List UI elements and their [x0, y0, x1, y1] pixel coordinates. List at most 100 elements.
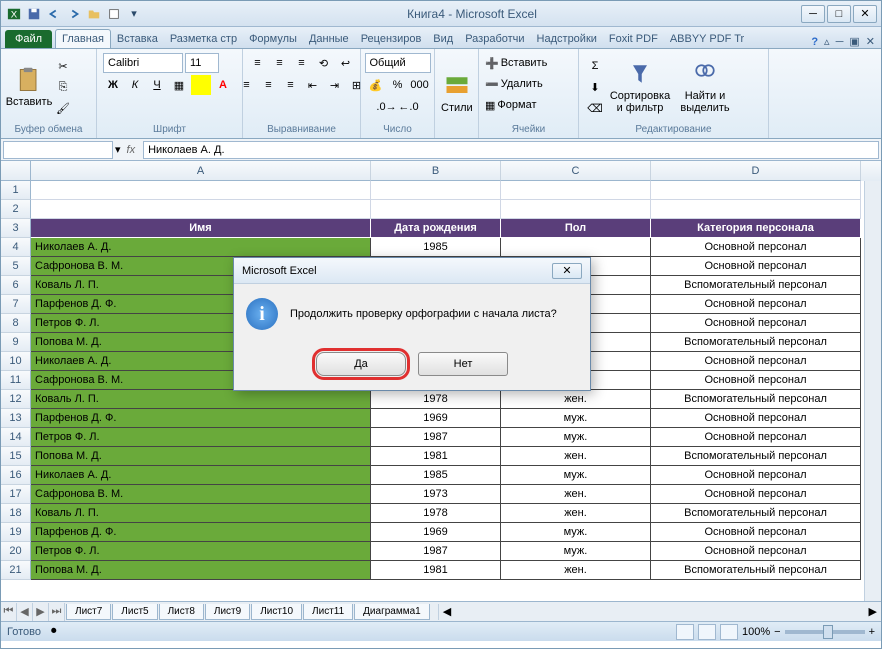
cell-dob[interactable]: 1987 [371, 542, 501, 561]
align-top-icon[interactable]: ≡ [248, 53, 268, 73]
minimize-button[interactable]: ─ [801, 5, 825, 23]
format-painter-icon[interactable]: 🖌 [53, 98, 73, 118]
fx-icon[interactable]: fx [121, 144, 142, 156]
sheet-tab[interactable]: Лист9 [205, 604, 250, 620]
tab-insert[interactable]: Вставка [111, 30, 164, 48]
row-header[interactable]: 2 [1, 200, 31, 219]
horizontal-scrollbar[interactable]: ◀▶ [438, 604, 881, 620]
format-cells-button[interactable]: ▦ Формат [485, 95, 572, 115]
cell-sex[interactable]: муж. [501, 542, 651, 561]
align-center-icon[interactable]: ≡ [259, 75, 279, 95]
sort-filter-button[interactable]: Сортировка и фильтр [607, 55, 673, 119]
cell-sex[interactable] [501, 238, 651, 257]
cell-cat[interactable]: Основной персонал [651, 466, 861, 485]
tab-review[interactable]: Рецензиров [355, 30, 428, 48]
sheet-tab[interactable]: Лист5 [112, 604, 157, 620]
sheet-nav-first-icon[interactable]: ⏮ [1, 603, 17, 621]
col-header-d[interactable]: D [651, 161, 861, 181]
cell-sex[interactable]: муж. [501, 466, 651, 485]
row-header[interactable]: 9 [1, 333, 31, 352]
excel-icon[interactable]: X [5, 5, 23, 23]
currency-icon[interactable]: 💰 [366, 75, 386, 95]
row-header[interactable]: 17 [1, 485, 31, 504]
sheet-tab[interactable]: Лист7 [66, 604, 111, 620]
sheet-tab[interactable]: Лист8 [159, 604, 204, 620]
find-select-button[interactable]: Найти и выделить [675, 55, 735, 119]
cell-cat[interactable]: Вспомогательный персонал [651, 561, 861, 580]
align-left-icon[interactable]: ≡ [237, 75, 257, 95]
doc-close-icon[interactable]: ✕ [866, 35, 875, 48]
cell-name[interactable]: Петров Ф. Л. [31, 428, 371, 447]
row-header[interactable]: 13 [1, 409, 31, 428]
cell-sex[interactable]: муж. [501, 428, 651, 447]
dialog-no-button[interactable]: Нет [418, 352, 508, 376]
cell-sex[interactable]: жен. [501, 485, 651, 504]
save-icon[interactable] [25, 5, 43, 23]
formula-input[interactable] [143, 141, 879, 159]
row-header[interactable]: 14 [1, 428, 31, 447]
select-all-corner[interactable] [1, 161, 31, 181]
delete-cells-button[interactable]: ➖ Удалить [485, 74, 572, 94]
dialog-close-button[interactable]: ✕ [552, 263, 582, 279]
clear-icon[interactable]: ⌫ [585, 98, 605, 118]
cell-cat[interactable]: Вспомогательный персонал [651, 504, 861, 523]
copy-icon[interactable]: ⎘ [53, 77, 73, 97]
row-header[interactable]: 19 [1, 523, 31, 542]
row-header[interactable]: 12 [1, 390, 31, 409]
orientation-icon[interactable]: ⟲ [314, 53, 334, 73]
header-name[interactable]: Имя [31, 219, 371, 238]
cell-cat[interactable]: Вспомогательный персонал [651, 276, 861, 295]
tab-home[interactable]: Главная [55, 29, 111, 48]
col-header-a[interactable]: A [31, 161, 371, 181]
cell-cat[interactable]: Основной персонал [651, 314, 861, 333]
row-header[interactable]: 15 [1, 447, 31, 466]
header-dob[interactable]: Дата рождения [371, 219, 501, 238]
cell-name[interactable]: Попова М. Д. [31, 561, 371, 580]
inc-decimal-icon[interactable]: .0→ [377, 97, 397, 117]
styles-button[interactable]: Стили [441, 61, 473, 125]
sheet-nav-next-icon[interactable]: ▶ [33, 603, 49, 621]
zoom-slider[interactable] [785, 630, 865, 634]
name-box[interactable] [3, 141, 113, 159]
font-color-icon[interactable]: A [213, 75, 233, 95]
cell-cat[interactable]: Основной персонал [651, 238, 861, 257]
paste-button[interactable]: Вставить [7, 55, 51, 119]
comma-icon[interactable]: 000 [410, 75, 430, 95]
dec-decimal-icon[interactable]: ←.0 [399, 97, 419, 117]
cell-cat[interactable]: Основной персонал [651, 371, 861, 390]
cell-name[interactable]: Николаев А. Д. [31, 466, 371, 485]
zoom-in-icon[interactable]: + [869, 626, 875, 638]
cell-dob[interactable]: 1973 [371, 485, 501, 504]
view-break-icon[interactable] [720, 624, 738, 640]
font-name-select[interactable] [103, 53, 183, 73]
cell-name[interactable]: Петров Ф. Л. [31, 542, 371, 561]
wrap-text-icon[interactable]: ↩ [336, 53, 356, 73]
sheet-nav-prev-icon[interactable]: ◀ [17, 603, 33, 621]
insert-cells-button[interactable]: ➕ Вставить [485, 53, 572, 73]
row-header[interactable]: 3 [1, 219, 31, 238]
indent-inc-icon[interactable]: ⇥ [325, 75, 345, 95]
cell-cat[interactable]: Основной персонал [651, 542, 861, 561]
row-header[interactable]: 7 [1, 295, 31, 314]
tab-developer[interactable]: Разработчи [459, 30, 530, 48]
row-header[interactable]: 10 [1, 352, 31, 371]
doc-minimize-icon[interactable]: ─ [836, 36, 844, 48]
dialog-yes-button[interactable]: Да [316, 352, 406, 376]
sheet-nav-last-icon[interactable]: ⏭ [49, 603, 65, 621]
cell-dob[interactable]: 1985 [371, 238, 501, 257]
row-header[interactable]: 16 [1, 466, 31, 485]
number-format-select[interactable] [365, 53, 431, 73]
qat-dropdown-icon[interactable]: ▾ [125, 5, 143, 23]
close-button[interactable]: ✕ [853, 5, 877, 23]
cell-dob[interactable]: 1978 [371, 504, 501, 523]
cell-cat[interactable]: Основной персонал [651, 409, 861, 428]
cell-dob[interactable]: 1981 [371, 447, 501, 466]
undo-icon[interactable] [45, 5, 63, 23]
view-layout-icon[interactable] [698, 624, 716, 640]
cell-sex[interactable]: жен. [501, 504, 651, 523]
row-header[interactable]: 5 [1, 257, 31, 276]
cell-name[interactable]: Сафронова В. М. [31, 485, 371, 504]
bold-icon[interactable]: Ж [103, 75, 123, 95]
row-header[interactable]: 6 [1, 276, 31, 295]
sheet-tab[interactable]: Диаграмма1 [354, 604, 430, 620]
